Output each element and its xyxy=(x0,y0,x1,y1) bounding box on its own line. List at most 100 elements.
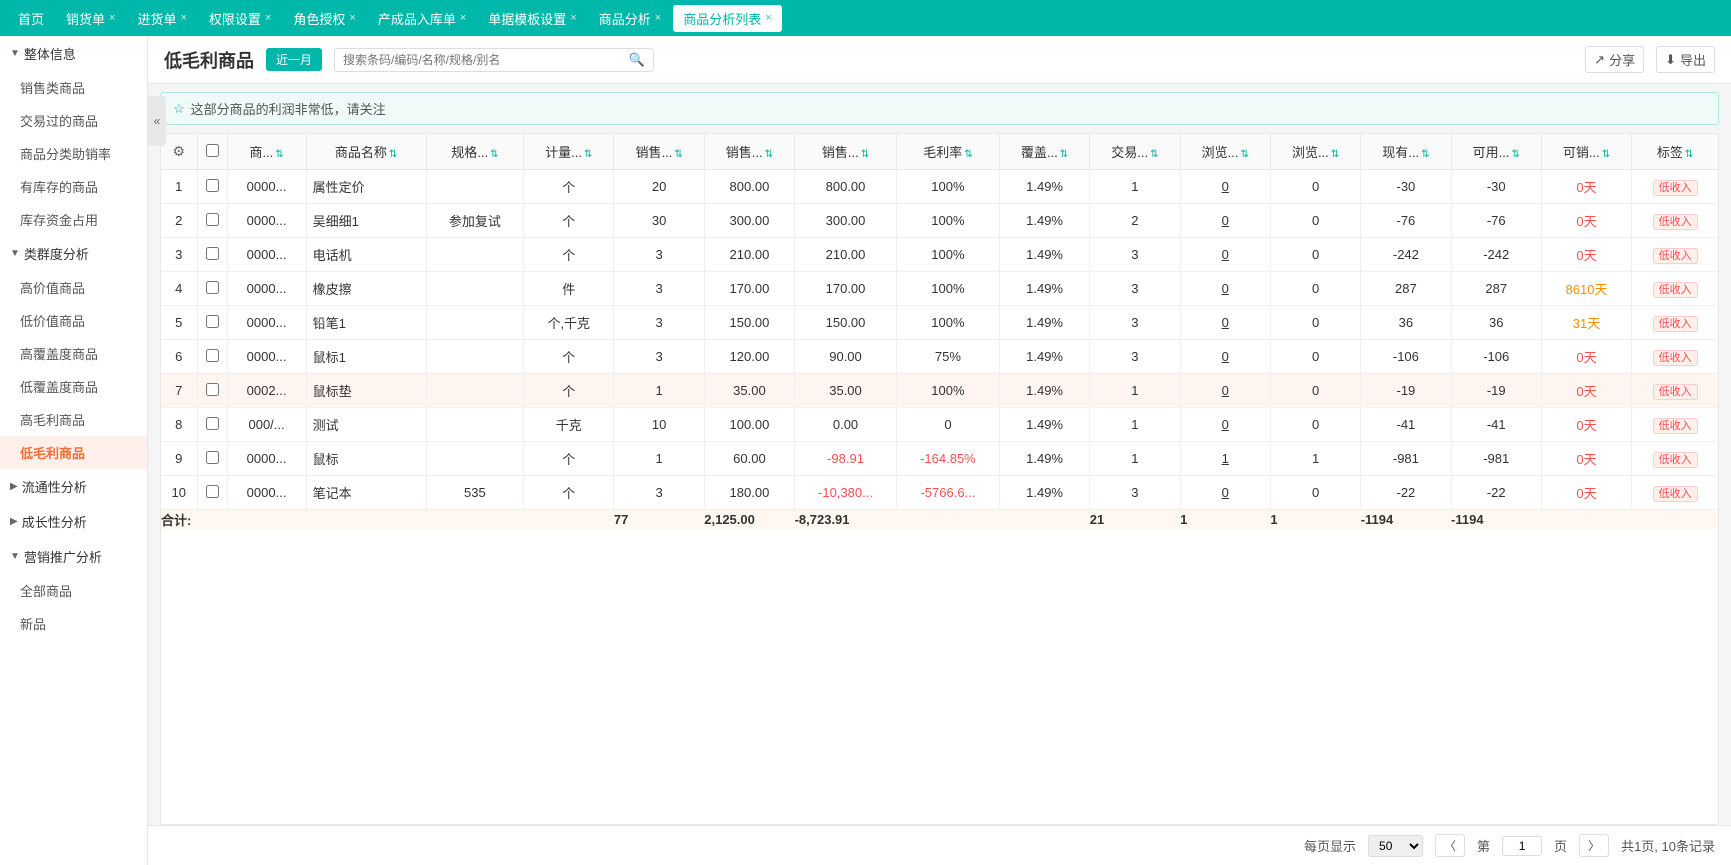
nav-item-permissions[interactable]: 权限设置 × xyxy=(199,5,281,32)
nav-close-permissions[interactable]: × xyxy=(265,12,271,24)
row-select-checkbox[interactable] xyxy=(206,485,219,498)
row-checkbox[interactable] xyxy=(197,374,227,408)
row-view1[interactable]: 0 xyxy=(1180,340,1270,374)
page-number-input[interactable] xyxy=(1502,836,1542,856)
th-settings[interactable]: ⚙ xyxy=(161,134,197,170)
nav-close-purchase[interactable]: × xyxy=(180,12,186,24)
sidebar-item-stock-funds[interactable]: 库存资金占用 xyxy=(0,203,147,236)
th-name[interactable]: 商品名称⇅ xyxy=(306,134,426,170)
row-view1[interactable]: 0 xyxy=(1180,408,1270,442)
row-select-checkbox[interactable] xyxy=(206,315,219,328)
export-button[interactable]: ⬇ 导出 xyxy=(1656,46,1715,73)
sidebar-item-low-coverage[interactable]: 低覆盖度商品 xyxy=(0,370,147,403)
row-select-checkbox[interactable] xyxy=(206,451,219,464)
nav-item-product-analysis[interactable]: 商品分析 × xyxy=(589,5,671,32)
th-spec[interactable]: 规格...⇅ xyxy=(426,134,524,170)
row-select-checkbox[interactable] xyxy=(206,247,219,260)
row-checkbox[interactable] xyxy=(197,340,227,374)
row-view1[interactable]: 0 xyxy=(1180,374,1270,408)
sidebar-item-stock-products[interactable]: 有库存的商品 xyxy=(0,170,147,203)
row-view1[interactable]: 0 xyxy=(1180,306,1270,340)
sidebar-item-traded-products[interactable]: 交易过的商品 xyxy=(0,104,147,137)
th-sales-profit[interactable]: 销售...⇅ xyxy=(795,134,897,170)
select-all-checkbox[interactable] xyxy=(206,144,219,157)
sidebar-item-high-margin[interactable]: 高毛利商品 xyxy=(0,403,147,436)
data-table-wrapper[interactable]: ⚙ 商...⇅ 商品名称⇅ 规格...⇅ 计量...⇅ 销售...⇅ 销售...… xyxy=(160,133,1719,825)
nav-close-template[interactable]: × xyxy=(570,12,576,24)
nav-close-finished-goods[interactable]: × xyxy=(460,12,466,24)
sidebar-item-new-products[interactable]: 新品 xyxy=(0,607,147,640)
page-size-select[interactable]: 20 50 100 xyxy=(1368,835,1423,857)
th-view1[interactable]: 浏览...⇅ xyxy=(1180,134,1270,170)
search-input[interactable] xyxy=(343,53,623,67)
row-view1[interactable]: 1 xyxy=(1180,442,1270,476)
th-gross-margin[interactable]: 毛利率⇅ xyxy=(896,134,999,170)
sidebar-group-growth[interactable]: ▶ 成长性分析 xyxy=(0,504,147,539)
row-view1[interactable]: 0 xyxy=(1180,272,1270,306)
sidebar-group-overall[interactable]: ▼ 整体信息 xyxy=(0,36,147,71)
th-tag[interactable]: 标签⇅ xyxy=(1632,134,1718,170)
nav-close-roles[interactable]: × xyxy=(349,12,355,24)
th-code[interactable]: 商...⇅ xyxy=(227,134,306,170)
search-icon[interactable]: 🔍 xyxy=(629,52,645,68)
sidebar-item-sales-products[interactable]: 销售类商品 xyxy=(0,71,147,104)
row-checkbox[interactable] xyxy=(197,442,227,476)
sidebar-item-low-margin[interactable]: 低毛利商品 xyxy=(0,436,147,469)
sidebar-group-cluster[interactable]: ▼ 类群度分析 xyxy=(0,236,147,271)
row-checkbox[interactable] xyxy=(197,204,227,238)
row-checkbox[interactable] xyxy=(197,408,227,442)
th-saleable[interactable]: 可销...⇅ xyxy=(1541,134,1631,170)
row-select-checkbox[interactable] xyxy=(206,179,219,192)
row-view1[interactable]: 0 xyxy=(1180,204,1270,238)
time-filter-button[interactable]: 近一月 xyxy=(266,48,322,71)
row-view1[interactable]: 0 xyxy=(1180,476,1270,510)
th-available[interactable]: 可用...⇅ xyxy=(1451,134,1541,170)
th-sales-qty[interactable]: 销售...⇅ xyxy=(614,134,704,170)
th-view2[interactable]: 浏览...⇅ xyxy=(1270,134,1360,170)
row-select-checkbox[interactable] xyxy=(206,349,219,362)
prev-page-button[interactable]: 〈 xyxy=(1435,834,1465,857)
sidebar-item-low-value[interactable]: 低价值商品 xyxy=(0,304,147,337)
row-select-checkbox[interactable] xyxy=(206,281,219,294)
row-view1[interactable]: 0 xyxy=(1180,170,1270,204)
nav-item-roles[interactable]: 角色授权 × xyxy=(283,5,365,32)
row-checkbox[interactable] xyxy=(197,238,227,272)
next-page-button[interactable]: 〉 xyxy=(1579,834,1609,857)
row-checkbox[interactable] xyxy=(197,170,227,204)
nav-item-finished-goods[interactable]: 产成品入库单 × xyxy=(368,5,476,32)
nav-item-sales[interactable]: 销货单 × xyxy=(56,5,125,32)
row-checkbox[interactable] xyxy=(197,272,227,306)
sidebar-item-all-products[interactable]: 全部商品 xyxy=(0,574,147,607)
row-coverage: 1.49% xyxy=(999,170,1089,204)
sidebar-item-high-value[interactable]: 高价值商品 xyxy=(0,271,147,304)
row-current: -106 xyxy=(1361,340,1451,374)
row-checkbox[interactable] xyxy=(197,306,227,340)
th-current[interactable]: 现有...⇅ xyxy=(1361,134,1451,170)
row-view1[interactable]: 0 xyxy=(1180,238,1270,272)
settings-icon[interactable]: ⚙ xyxy=(172,143,185,159)
row-select-checkbox[interactable] xyxy=(206,383,219,396)
th-coverage[interactable]: 覆盖...⇅ xyxy=(999,134,1089,170)
nav-item-home[interactable]: 首页 xyxy=(8,5,54,32)
nav-close-product-analysis[interactable]: × xyxy=(655,12,661,24)
nav-item-template[interactable]: 单据模板设置 × xyxy=(478,5,586,32)
nav-label-roles: 角色授权 xyxy=(293,9,345,28)
sidebar-item-category-rate[interactable]: 商品分类助销率 xyxy=(0,137,147,170)
table-row: 7 0002... 鼠标垫 个 1 35.00 35.00 100% 1.49%… xyxy=(161,374,1718,408)
row-select-checkbox[interactable] xyxy=(206,417,219,430)
row-checkbox[interactable] xyxy=(197,476,227,510)
share-button[interactable]: ↗ 分享 xyxy=(1585,46,1644,73)
th-transaction[interactable]: 交易...⇅ xyxy=(1090,134,1180,170)
sidebar-group-marketing[interactable]: ▼ 营销推广分析 xyxy=(0,539,147,574)
sidebar-item-high-coverage[interactable]: 高覆盖度商品 xyxy=(0,337,147,370)
sidebar-collapse-button[interactable]: « xyxy=(148,96,166,146)
sidebar-group-circulation[interactable]: ▶ 流通性分析 xyxy=(0,469,147,504)
nav-close-product-analysis-list[interactable]: × xyxy=(765,12,771,24)
th-unit[interactable]: 计量...⇅ xyxy=(524,134,614,170)
nav-item-purchase[interactable]: 进货单 × xyxy=(127,5,196,32)
th-checkbox[interactable] xyxy=(197,134,227,170)
th-sales-amount[interactable]: 销售...⇅ xyxy=(704,134,794,170)
row-select-checkbox[interactable] xyxy=(206,213,219,226)
nav-close-sales[interactable]: × xyxy=(109,12,115,24)
nav-item-product-analysis-list[interactable]: 商品分析列表 × xyxy=(673,5,781,32)
